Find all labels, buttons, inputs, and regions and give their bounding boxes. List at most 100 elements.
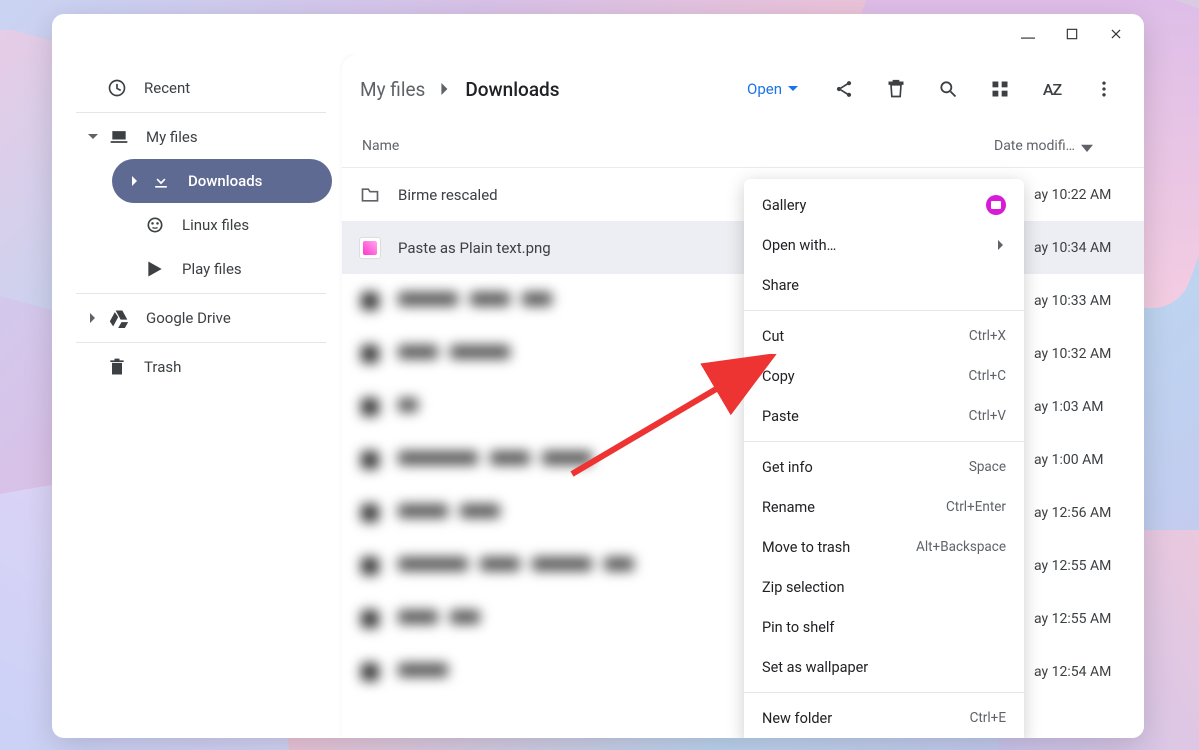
file-date: ay 1:03 AM	[1034, 399, 1144, 415]
menu-item-label: Paste	[762, 408, 969, 425]
menu-item-cut[interactable]: CutCtrl+X	[744, 316, 1024, 356]
sidebar-item-label: Recent	[144, 79, 190, 97]
menu-item-rename[interactable]: RenameCtrl+Enter	[744, 487, 1024, 527]
file-date: ay 10:33 AM	[1034, 293, 1144, 309]
breadcrumb-root[interactable]: My files	[360, 78, 425, 101]
menu-item-label: Rename	[762, 499, 946, 516]
file-icon	[342, 345, 398, 363]
files-app-window: Recent My files Downloads Linux files Pl…	[52, 14, 1144, 738]
file-date: ay 12:55 AM	[1034, 611, 1144, 627]
sidebar-item-myfiles[interactable]: My files	[70, 115, 332, 159]
menu-shortcut: Alt+Backspace	[916, 539, 1006, 555]
sidebar-item-trash[interactable]: Trash	[92, 345, 332, 389]
sidebar-item-play[interactable]: Play files	[130, 247, 332, 291]
file-date: ay 10:34 AM	[1034, 240, 1144, 256]
view-grid-button[interactable]	[978, 67, 1022, 111]
menu-shortcut: Ctrl+E	[970, 710, 1006, 726]
download-icon	[150, 171, 172, 191]
column-date-label: Date modifi…	[994, 138, 1075, 154]
sidebar-item-label: Google Drive	[146, 309, 231, 327]
menu-shortcut: Ctrl+X	[969, 328, 1006, 344]
menu-item-pin-to-shelf[interactable]: Pin to shelf	[744, 607, 1024, 647]
dropdown-icon	[788, 84, 798, 94]
more-button[interactable]	[1082, 67, 1126, 111]
open-button[interactable]: Open	[739, 74, 806, 104]
column-date[interactable]: Date modifi…	[994, 138, 1144, 154]
menu-item-new-folder[interactable]: New folderCtrl+E	[744, 698, 1024, 738]
file-icon	[342, 663, 398, 681]
file-date: ay 10:22 AM	[1034, 187, 1144, 203]
menu-item-label: Gallery	[762, 197, 986, 214]
gallery-icon	[986, 195, 1006, 215]
minimize-button[interactable]	[1008, 18, 1048, 50]
close-button[interactable]	[1096, 18, 1136, 50]
file-icon	[342, 398, 398, 416]
menu-shortcut: Ctrl+Enter	[946, 499, 1006, 515]
image-thumbnail	[342, 237, 398, 259]
menu-item-paste[interactable]: PasteCtrl+V	[744, 396, 1024, 436]
menu-shortcut: Ctrl+V	[969, 408, 1006, 424]
sidebar-item-downloads[interactable]: Downloads	[112, 159, 332, 203]
menu-item-label: Cut	[762, 328, 969, 345]
sidebar-item-label: Downloads	[188, 172, 262, 190]
file-icon	[342, 504, 398, 522]
sidebar-item-label: My files	[146, 128, 198, 146]
linux-icon	[144, 215, 166, 235]
list-header: Name Date modifi…	[342, 124, 1144, 168]
play-icon	[144, 259, 166, 279]
menu-item-label: Open with…	[762, 237, 996, 254]
sidebar: Recent My files Downloads Linux files Pl…	[52, 54, 342, 738]
chevron-right-icon	[126, 176, 144, 186]
trash-icon	[106, 357, 128, 377]
sidebar-item-label: Play files	[182, 260, 242, 278]
drive-icon	[108, 308, 130, 328]
chevron-down-icon	[84, 132, 102, 142]
context-menu: GalleryOpen with…ShareCutCtrl+XCopyCtrl+…	[744, 179, 1024, 738]
share-button[interactable]	[822, 67, 866, 111]
sidebar-item-recent[interactable]: Recent	[92, 66, 332, 110]
delete-button[interactable]	[874, 67, 918, 111]
chevron-right-icon	[996, 240, 1006, 250]
file-icon	[342, 610, 398, 628]
menu-item-share[interactable]: Share	[744, 265, 1024, 305]
search-button[interactable]	[926, 67, 970, 111]
file-icon	[342, 451, 398, 469]
breadcrumb: My files Downloads	[360, 78, 560, 101]
menu-item-label: Set as wallpaper	[762, 659, 1006, 676]
sort-button[interactable]: AZ	[1030, 67, 1074, 111]
arrow-down-icon	[1081, 140, 1093, 152]
menu-item-label: Share	[762, 277, 1006, 294]
menu-shortcut: Ctrl+C	[968, 368, 1006, 384]
file-date: ay 10:32 AM	[1034, 346, 1144, 362]
chevron-right-icon	[439, 83, 451, 95]
menu-item-get-info[interactable]: Get infoSpace	[744, 447, 1024, 487]
clock-icon	[106, 78, 128, 98]
menu-item-label: New folder	[762, 710, 970, 727]
file-icon	[342, 557, 398, 575]
menu-item-label: Pin to shelf	[762, 619, 1006, 636]
maximize-button[interactable]	[1052, 18, 1092, 50]
menu-item-gallery[interactable]: Gallery	[744, 185, 1024, 225]
column-name[interactable]: Name	[342, 138, 994, 154]
main-panel: My files Downloads Open AZ	[342, 54, 1144, 738]
menu-item-move-to-trash[interactable]: Move to trashAlt+Backspace	[744, 527, 1024, 567]
open-label: Open	[747, 80, 782, 98]
titlebar	[52, 14, 1144, 54]
breadcrumb-current[interactable]: Downloads	[465, 78, 559, 101]
sidebar-item-linux[interactable]: Linux files	[130, 203, 332, 247]
menu-item-label: Get info	[762, 459, 969, 476]
folder-icon	[342, 185, 398, 205]
menu-shortcut: Space	[969, 459, 1006, 475]
toolbar: My files Downloads Open AZ	[342, 54, 1144, 124]
menu-item-set-as-wallpaper[interactable]: Set as wallpaper	[744, 647, 1024, 687]
sidebar-item-gdrive[interactable]: Google Drive	[70, 296, 332, 340]
file-date: ay 12:56 AM	[1034, 505, 1144, 521]
file-date: ay 1:00 AM	[1034, 452, 1144, 468]
menu-item-open-with[interactable]: Open with…	[744, 225, 1024, 265]
menu-item-label: Copy	[762, 368, 968, 385]
menu-item-zip-selection[interactable]: Zip selection	[744, 567, 1024, 607]
sidebar-item-label: Linux files	[182, 216, 249, 234]
file-date: ay 12:55 AM	[1034, 558, 1144, 574]
menu-item-copy[interactable]: CopyCtrl+C	[744, 356, 1024, 396]
file-date: ay 12:54 AM	[1034, 664, 1144, 680]
